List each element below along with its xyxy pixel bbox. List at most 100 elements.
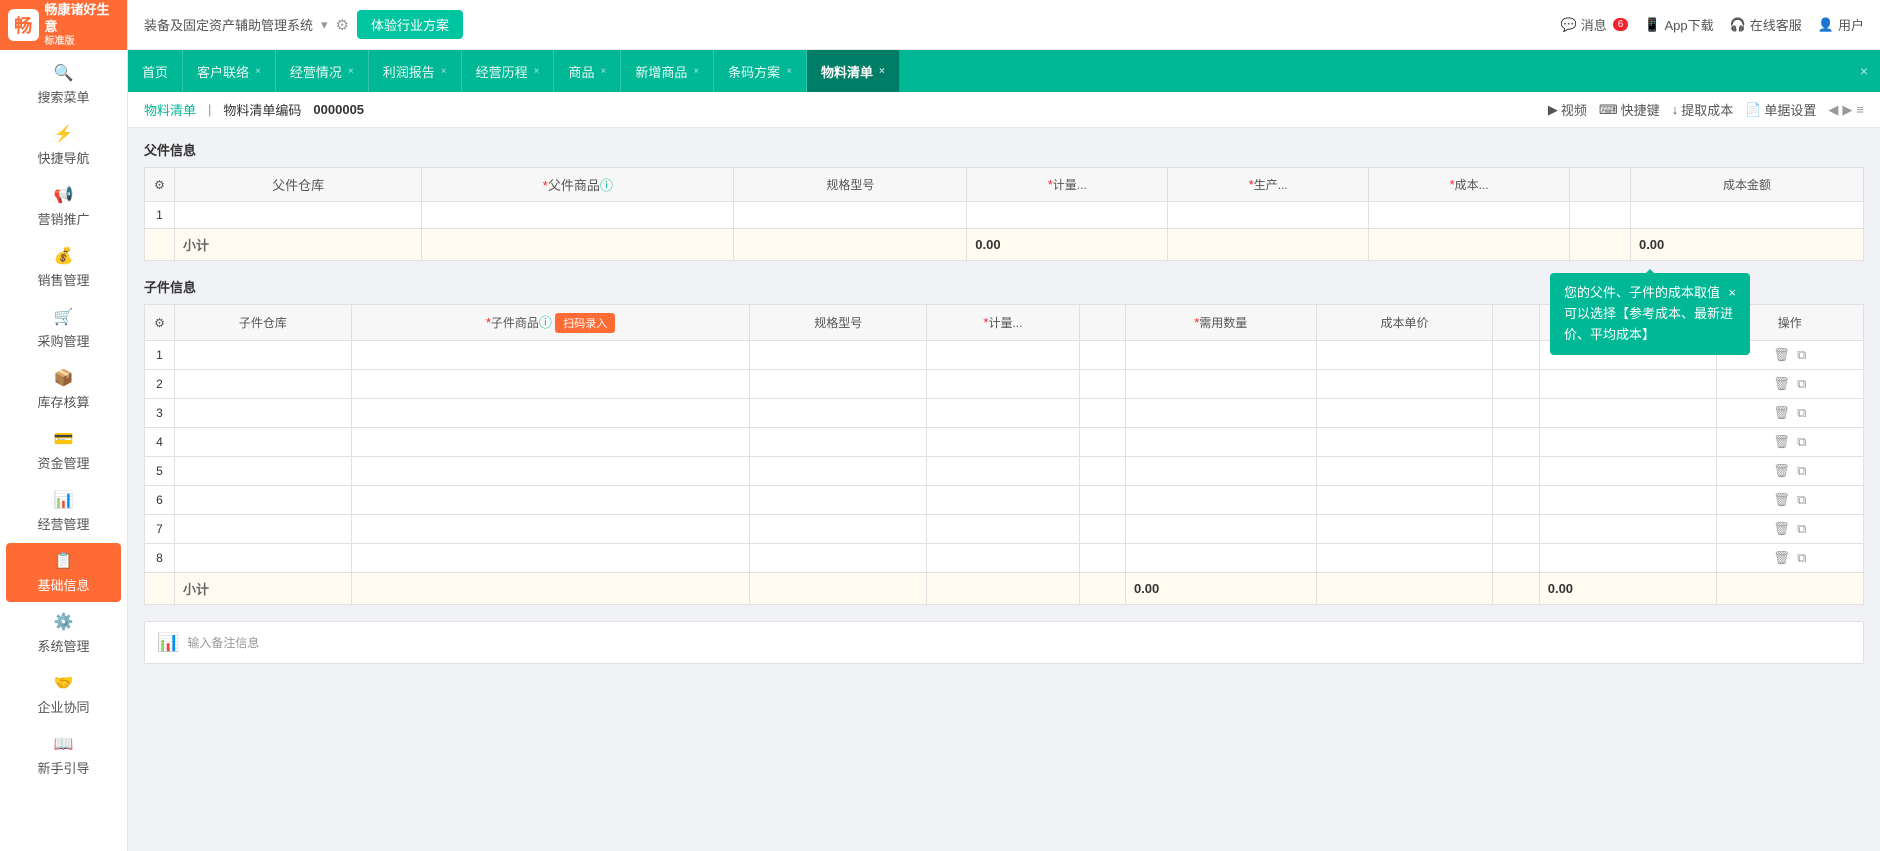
child-row-6-warehouse[interactable] [175, 486, 352, 515]
child-row-7-quantity[interactable] [927, 515, 1080, 544]
parent-col-settings[interactable]: ⚙ [145, 168, 175, 202]
child-row-8-unit-cost[interactable] [1316, 544, 1493, 573]
scan-input-button[interactable]: 扫码录入 [555, 313, 615, 333]
child-row-8-delete-icon[interactable]: 🗑 [1773, 550, 1790, 565]
sidebar-item-basic-info[interactable]: 📋 基础信息 [6, 543, 121, 602]
tooltip-close-button[interactable]: × [1728, 283, 1736, 304]
nav-close-all-button[interactable]: × [1848, 63, 1880, 79]
child-row-4-unit-cost[interactable] [1316, 428, 1493, 457]
grid-view-button[interactable]: ≡ [1856, 102, 1864, 117]
child-row-2-quantity[interactable] [927, 370, 1080, 399]
child-row-7-delete-icon[interactable]: 🗑 [1773, 521, 1790, 536]
child-row-7-warehouse[interactable] [175, 515, 352, 544]
tab-operations[interactable]: 经营情况 × [276, 50, 369, 92]
child-row-3-needed[interactable] [1125, 399, 1316, 428]
child-row-1-spec[interactable] [750, 341, 927, 370]
child-row-7-copy-icon[interactable]: ⧉ [1797, 521, 1806, 536]
app-download-button[interactable]: 📱 App下载 [1644, 15, 1713, 34]
child-row-3-unit-cost[interactable] [1316, 399, 1493, 428]
child-row-5-needed[interactable] [1125, 457, 1316, 486]
view-button[interactable]: ▶ 视频 [1548, 100, 1587, 119]
parent-row-1-spec[interactable] [734, 202, 967, 229]
child-row-5-quantity[interactable] [927, 457, 1080, 486]
child-row-3-spec[interactable] [750, 399, 927, 428]
sidebar-item-operations[interactable]: 📊 经营管理 [6, 482, 121, 541]
child-row-3-quantity[interactable] [927, 399, 1080, 428]
child-row-6-spec[interactable] [750, 486, 927, 515]
parent-row-1-cost[interactable] [1369, 202, 1570, 229]
tab-bom[interactable]: 物料清单 × [807, 50, 900, 92]
sidebar-item-system[interactable]: ⚙️ 系统管理 [6, 604, 121, 663]
dropdown-arrow-icon[interactable]: ▾ [321, 17, 328, 33]
child-product-help-icon[interactable]: ⓘ [539, 315, 552, 330]
child-row-1-copy-icon[interactable]: ⧉ [1797, 347, 1806, 362]
child-row-2-warehouse[interactable] [175, 370, 352, 399]
child-row-2-unit-cost[interactable] [1316, 370, 1493, 399]
breadcrumb-parent[interactable]: 物料清单 [144, 100, 196, 119]
trial-button[interactable]: 体验行业方案 [357, 10, 463, 39]
tab-goods-close[interactable]: × [600, 66, 606, 77]
sidebar-item-purchase[interactable]: 🛒 采购管理 [6, 299, 121, 358]
sidebar-item-marketing[interactable]: 📢 营销推广 [6, 177, 121, 236]
child-row-1-delete-icon[interactable]: 🗑 [1773, 347, 1790, 362]
child-row-3-delete-icon[interactable]: 🗑 [1773, 405, 1790, 420]
child-row-8-spec[interactable] [750, 544, 927, 573]
child-row-4-copy-icon[interactable]: ⧉ [1797, 434, 1806, 449]
child-row-6-quantity[interactable] [927, 486, 1080, 515]
child-row-7-spec[interactable] [750, 515, 927, 544]
child-row-2-needed[interactable] [1125, 370, 1316, 399]
child-row-8-copy-icon[interactable]: ⧉ [1797, 550, 1806, 565]
tab-new-goods[interactable]: 新增商品 × [621, 50, 714, 92]
child-row-6-copy-icon[interactable]: ⧉ [1797, 492, 1806, 507]
tab-barcode-close[interactable]: × [786, 66, 792, 77]
child-row-4-warehouse[interactable] [175, 428, 352, 457]
tab-goods[interactable]: 商品 × [554, 50, 621, 92]
child-row-6-delete-icon[interactable]: 🗑 [1773, 492, 1790, 507]
child-row-3-product[interactable] [351, 399, 749, 428]
tab-profit-close[interactable]: × [441, 66, 447, 77]
parent-row-1-warehouse[interactable] [175, 202, 422, 229]
child-row-4-delete-icon[interactable]: 🗑 [1773, 434, 1790, 449]
parent-row-1-product[interactable] [422, 202, 734, 229]
message-button[interactable]: 💬 消息 6 [1561, 15, 1629, 34]
child-row-5-warehouse[interactable] [175, 457, 352, 486]
child-row-8-product[interactable] [351, 544, 749, 573]
child-row-4-spec[interactable] [750, 428, 927, 457]
parent-row-1-produce[interactable] [1168, 202, 1369, 229]
child-row-4-needed[interactable] [1125, 428, 1316, 457]
tab-customer[interactable]: 客户联络 × [183, 50, 276, 92]
child-row-5-spec[interactable] [750, 457, 927, 486]
child-row-5-delete-icon[interactable]: 🗑 [1773, 463, 1790, 478]
child-row-6-needed[interactable] [1125, 486, 1316, 515]
child-row-2-delete-icon[interactable]: 🗑 [1773, 376, 1790, 391]
tab-home[interactable]: 首页 [128, 50, 183, 92]
sidebar-item-sales[interactable]: 💰 销售管理 [6, 238, 121, 297]
user-button[interactable]: 👤 用户 [1818, 15, 1864, 34]
child-row-6-product[interactable] [351, 486, 749, 515]
child-row-1-unit-cost[interactable] [1316, 341, 1493, 370]
child-row-1-quantity[interactable] [927, 341, 1080, 370]
parent-product-help-icon[interactable]: ⓘ [600, 178, 613, 193]
child-row-1-warehouse[interactable] [175, 341, 352, 370]
tab-history[interactable]: 经营历程 × [462, 50, 555, 92]
child-row-6-unit-cost[interactable] [1316, 486, 1493, 515]
child-row-2-spec[interactable] [750, 370, 927, 399]
sidebar-item-enterprise[interactable]: 🤝 企业协同 [6, 665, 121, 724]
sidebar-item-search[interactable]: 🔍 搜索菜单 [6, 55, 121, 114]
child-row-2-product[interactable] [351, 370, 749, 399]
parent-row-1-quantity[interactable] [967, 202, 1168, 229]
child-row-8-needed[interactable] [1125, 544, 1316, 573]
child-row-8-warehouse[interactable] [175, 544, 352, 573]
child-row-1-product[interactable] [351, 341, 749, 370]
tab-history-close[interactable]: × [534, 66, 540, 77]
tab-operations-close[interactable]: × [348, 66, 354, 77]
single-settings-button[interactable]: 📄 单据设置 [1745, 100, 1816, 119]
child-row-4-quantity[interactable] [927, 428, 1080, 457]
child-row-5-copy-icon[interactable]: ⧉ [1797, 463, 1806, 478]
child-row-8-quantity[interactable] [927, 544, 1080, 573]
child-row-1-needed[interactable] [1125, 341, 1316, 370]
sidebar-item-quick-nav[interactable]: ⚡ 快捷导航 [6, 116, 121, 175]
prev-page-button[interactable]: ◀ [1828, 102, 1838, 118]
tab-profit[interactable]: 利润报告 × [369, 50, 462, 92]
settings-icon[interactable]: ⚙ [336, 16, 349, 34]
